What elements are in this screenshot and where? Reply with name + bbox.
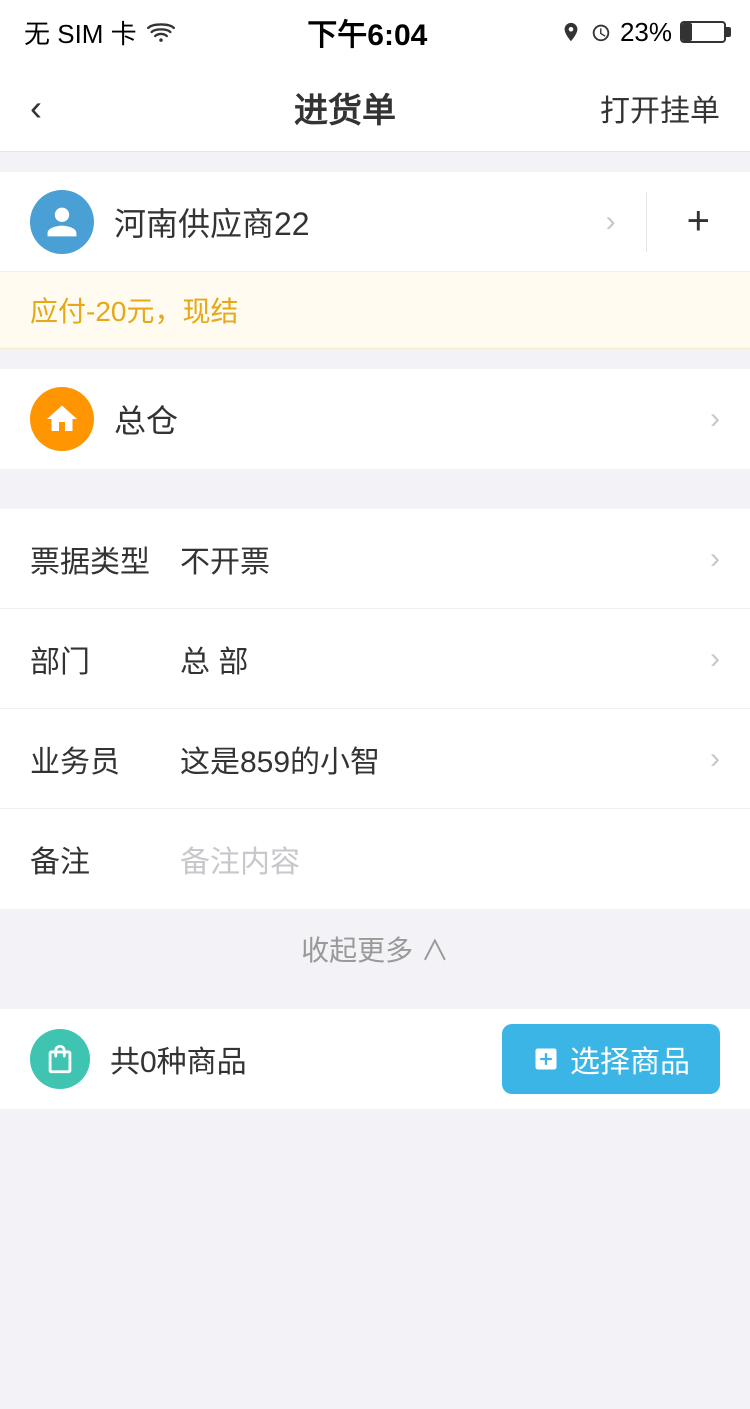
wifi-icon bbox=[147, 21, 175, 43]
department-value: 总 部 bbox=[170, 637, 710, 681]
notice-text: 应付-20元，现结 bbox=[30, 296, 238, 327]
warehouse-icon bbox=[44, 401, 80, 437]
select-product-label: 选择商品 bbox=[570, 1037, 690, 1081]
shopping-bag-icon bbox=[43, 1042, 77, 1076]
select-product-button[interactable]: 选择商品 bbox=[502, 1024, 720, 1094]
gap-1 bbox=[0, 349, 750, 369]
invoice-type-row[interactable]: 票据类型 不开票 › bbox=[0, 509, 750, 609]
add-supplier-button[interactable]: + bbox=[677, 199, 720, 244]
warehouse-chevron-icon: › bbox=[710, 402, 720, 436]
top-gap bbox=[0, 152, 750, 172]
remark-input[interactable]: 备注内容 bbox=[170, 837, 720, 881]
supplier-row[interactable]: 河南供应商22 › + bbox=[0, 172, 750, 272]
bottom-bar: 共0种商品 选择商品 bbox=[0, 1009, 750, 1109]
status-bar: 无 SIM 卡 下午6:04 23% bbox=[0, 0, 750, 64]
salesperson-chevron-icon: › bbox=[710, 742, 720, 776]
department-row[interactable]: 部门 总 部 › bbox=[0, 609, 750, 709]
salesperson-value: 这是859的小智 bbox=[170, 737, 710, 781]
status-bar-left: 无 SIM 卡 bbox=[24, 14, 175, 51]
status-bar-right: 23% bbox=[560, 17, 726, 48]
warehouse-name: 总仓 bbox=[114, 396, 710, 442]
add-product-icon bbox=[532, 1045, 560, 1073]
person-icon bbox=[44, 204, 80, 240]
invoice-type-label: 票据类型 bbox=[30, 537, 170, 581]
product-count-icon-circle bbox=[30, 1029, 90, 1089]
back-button[interactable]: ‹ bbox=[30, 87, 90, 129]
invoice-type-chevron-icon: › bbox=[710, 542, 720, 576]
department-label: 部门 bbox=[30, 637, 170, 681]
supplier-chevron-icon: › bbox=[606, 205, 616, 239]
carrier-text: 无 SIM 卡 bbox=[24, 14, 137, 51]
alarm-icon bbox=[590, 21, 612, 43]
warehouse-row[interactable]: 总仓 › bbox=[0, 369, 750, 469]
location-icon bbox=[560, 21, 582, 43]
collapse-bar[interactable]: 收起更多 ∧ bbox=[0, 909, 750, 989]
department-chevron-icon: › bbox=[710, 642, 720, 676]
notice-bar: 应付-20元，现结 bbox=[0, 272, 750, 349]
supplier-actions: › + bbox=[606, 192, 720, 252]
form-section: 票据类型 不开票 › 部门 总 部 › 业务员 这是859的小智 › 备注 备注… bbox=[0, 509, 750, 909]
supplier-name: 河南供应商22 bbox=[114, 199, 606, 245]
page-background bbox=[0, 1109, 750, 1409]
gap-2 bbox=[0, 469, 750, 489]
salesperson-row[interactable]: 业务员 这是859的小智 › bbox=[0, 709, 750, 809]
supplier-section: 河南供应商22 › + 应付-20元，现结 bbox=[0, 172, 750, 349]
warehouse-icon-circle bbox=[30, 387, 94, 451]
nav-bar: ‹ 进货单 打开挂单 bbox=[0, 64, 750, 152]
product-count-text: 共0种商品 bbox=[110, 1037, 502, 1081]
page-title: 进货单 bbox=[294, 83, 396, 132]
collapse-label: 收起更多 ∧ bbox=[301, 929, 449, 969]
battery-percentage: 23% bbox=[620, 17, 672, 48]
status-bar-time: 下午6:04 bbox=[307, 10, 427, 54]
remark-label: 备注 bbox=[30, 837, 170, 881]
salesperson-label: 业务员 bbox=[30, 737, 170, 781]
battery-icon bbox=[680, 21, 726, 43]
vertical-divider bbox=[646, 192, 647, 252]
remark-row[interactable]: 备注 备注内容 bbox=[0, 809, 750, 909]
open-pending-button[interactable]: 打开挂单 bbox=[600, 86, 720, 130]
supplier-avatar bbox=[30, 190, 94, 254]
invoice-type-value: 不开票 bbox=[170, 537, 710, 581]
